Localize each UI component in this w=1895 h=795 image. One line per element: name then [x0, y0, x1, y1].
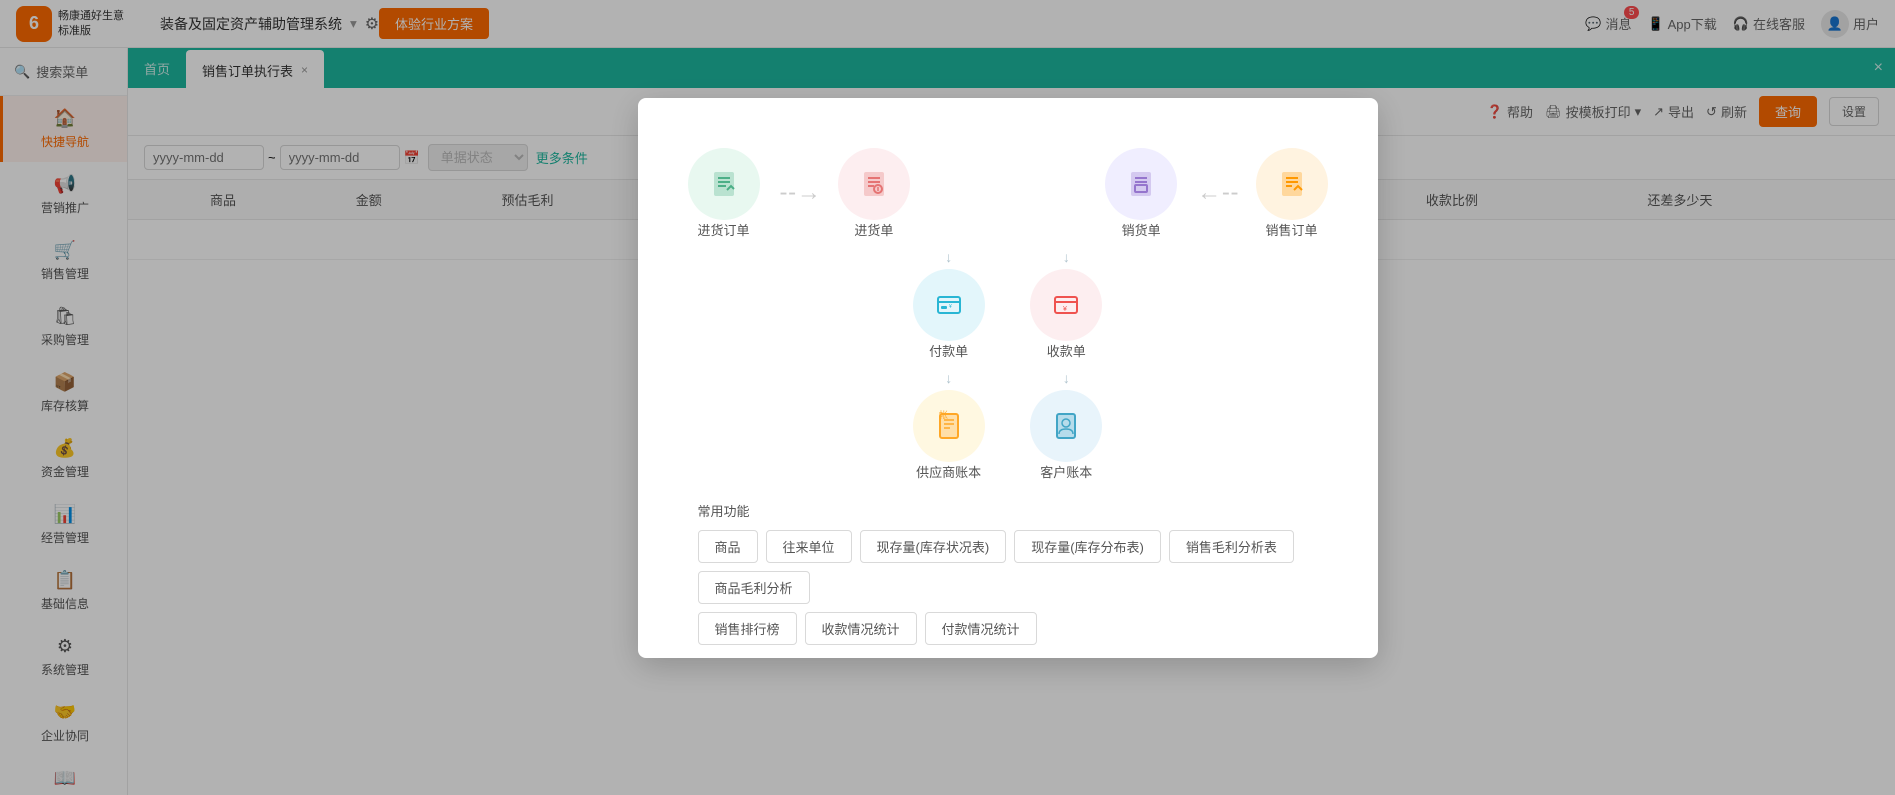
flow-diagram: 进货订单 - - →	[678, 128, 1338, 491]
func-btn-product-profit[interactable]: 商品毛利分析	[698, 571, 810, 604]
func-btn-product[interactable]: 商品	[698, 530, 758, 563]
popup-overlay[interactable]: 进货订单 - - →	[0, 0, 1895, 795]
func-btn-sales-ranking[interactable]: 销售排行榜	[698, 612, 797, 645]
receipt-label: 收款单	[1047, 341, 1086, 360]
arrow-down-sales: ↓	[1063, 249, 1070, 265]
supplier-ledger-label: 供应商账本	[916, 462, 981, 481]
svg-text:¥: ¥	[1063, 306, 1067, 313]
arrow-right-1: - - →	[780, 179, 818, 207]
sales-order-icon	[1256, 148, 1328, 220]
popup-dialog: 进货订单 - - →	[638, 98, 1378, 658]
purchase-bill-label: 进货单	[854, 220, 893, 239]
purchase-bill-icon	[838, 148, 910, 220]
func-buttons-row2: 销售排行榜 收款情况统计 付款情况统计	[698, 612, 1318, 645]
flow-node-payment[interactable]: ¥ 付款单	[913, 269, 985, 360]
payment-label: 付款单	[929, 341, 968, 360]
flow-node-customer-ledger[interactable]: 客户账本	[1030, 390, 1102, 481]
payment-icon: ¥	[913, 269, 985, 341]
customer-ledger-label: 客户账本	[1040, 462, 1092, 481]
receipt-icon: ¥	[1030, 269, 1102, 341]
flow-node-sales-order[interactable]: 销售订单	[1256, 148, 1328, 239]
svg-text:帐: 帐	[939, 410, 948, 420]
arrow-left-1: ← - -	[1197, 179, 1235, 207]
svg-text:¥: ¥	[949, 304, 952, 310]
flow-node-sales-bill[interactable]: 销货单	[1105, 148, 1177, 239]
func-buttons-row1: 商品 往来单位 现存量(库存状况表) 现存量(库存分布表) 销售毛利分析表 商品…	[698, 530, 1318, 604]
flow-node-supplier-ledger[interactable]: 帐 供应商账本	[913, 390, 985, 481]
func-btn-inventory-status[interactable]: 现存量(库存状况表)	[860, 530, 1007, 563]
purchase-order-icon	[688, 148, 760, 220]
func-btn-inventory-dist[interactable]: 现存量(库存分布表)	[1014, 530, 1161, 563]
func-btn-receipt-stats[interactable]: 收款情况统计	[805, 612, 917, 645]
arrow-down-purchase: ↓	[945, 249, 952, 265]
sales-bill-icon	[1105, 148, 1177, 220]
arrow-down-payment: ↓	[945, 370, 952, 386]
flow-node-receipt[interactable]: ¥ 收款单	[1030, 269, 1102, 360]
supplier-ledger-icon: 帐	[913, 390, 985, 462]
sales-bill-label: 销货单	[1122, 220, 1161, 239]
func-btn-counterpart[interactable]: 往来单位	[766, 530, 852, 563]
customer-ledger-icon	[1030, 390, 1102, 462]
flow-node-purchase-order[interactable]: 进货订单	[688, 148, 760, 239]
arrow-down-receipt: ↓	[1063, 370, 1070, 386]
sales-order-label: 销售订单	[1265, 220, 1317, 239]
common-functions: 常用功能 商品 往来单位 现存量(库存状况表) 现存量(库存分布表) 销售毛利分…	[678, 491, 1338, 645]
func-btn-payment-stats[interactable]: 付款情况统计	[925, 612, 1037, 645]
common-funcs-title: 常用功能	[698, 501, 1318, 520]
flow-node-purchase-bill[interactable]: 进货单	[838, 148, 910, 239]
func-btn-sales-profit[interactable]: 销售毛利分析表	[1169, 530, 1294, 563]
purchase-order-label: 进货订单	[697, 220, 749, 239]
